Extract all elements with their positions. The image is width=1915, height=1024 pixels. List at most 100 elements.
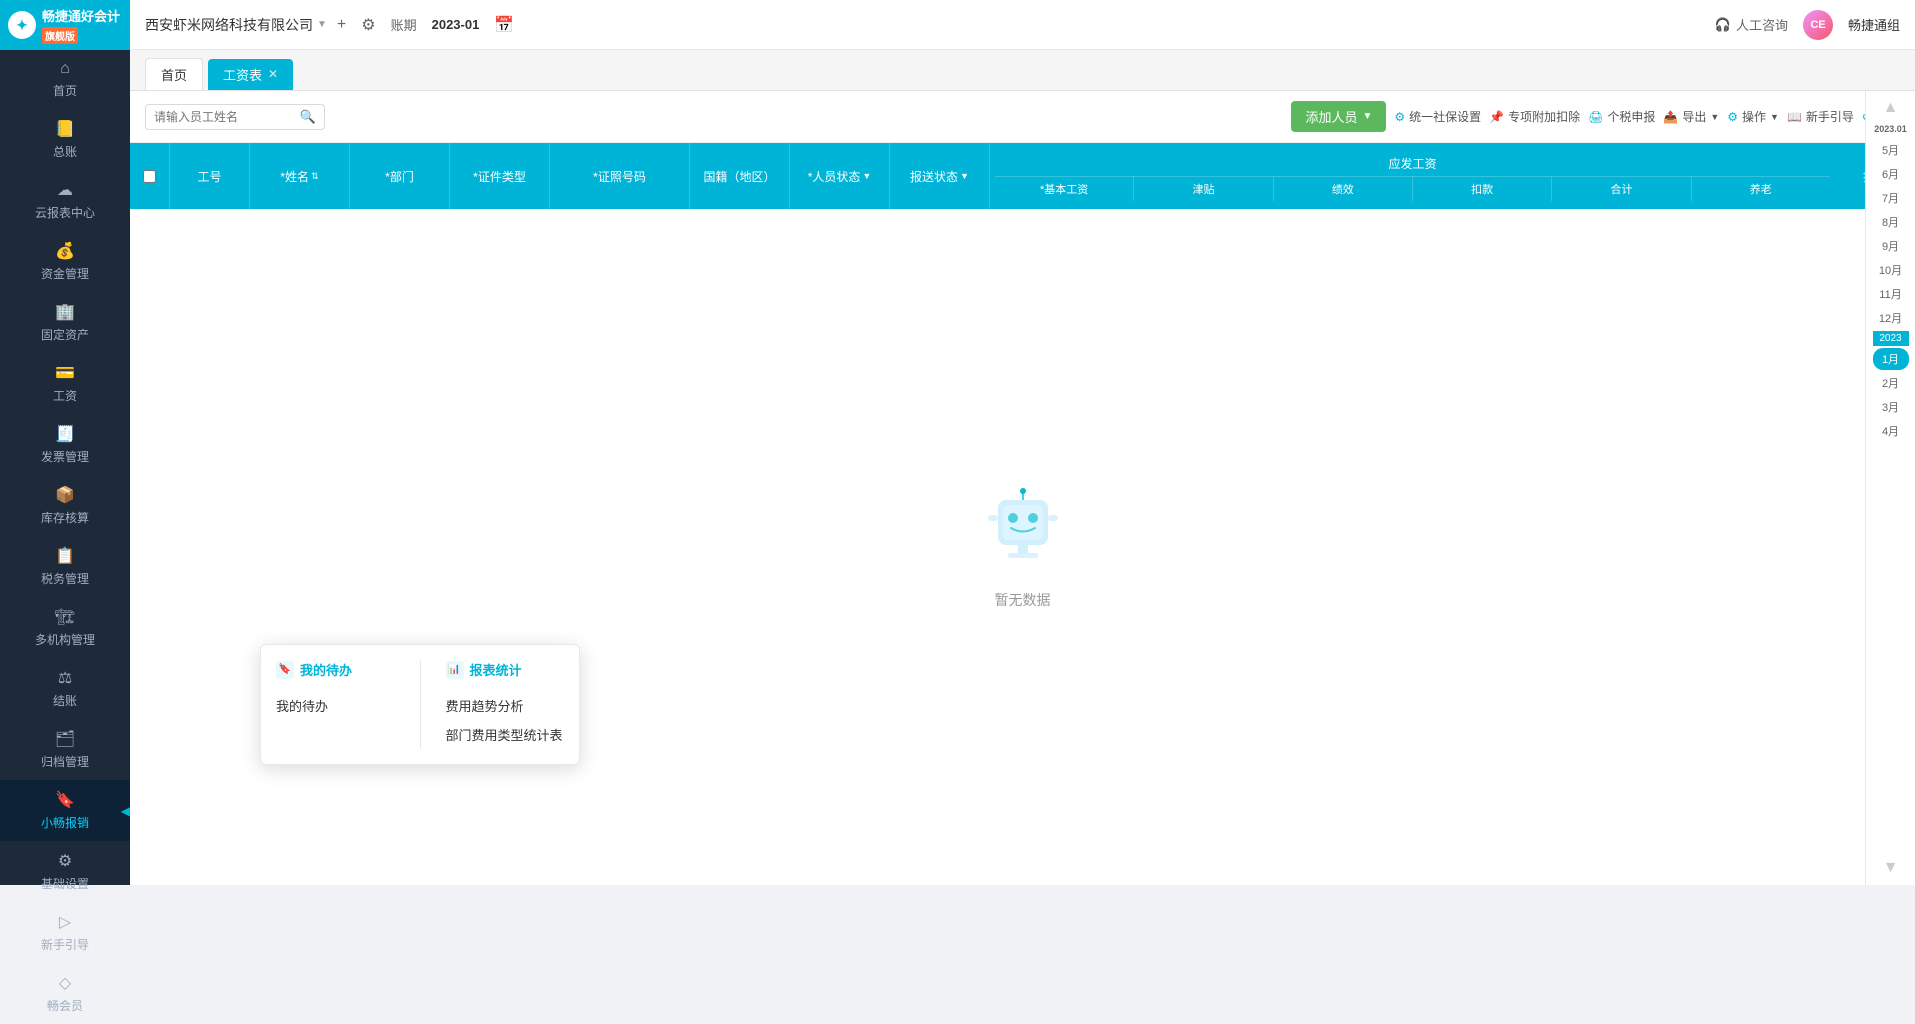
ops-action[interactable]: ⚙ 操作 ▼ <box>1727 108 1779 125</box>
logo-title: 畅捷通好会计 <box>42 6 120 25</box>
right-panel-inner: 2023.01 5月 6月 7月 8月 9月 10月 11月 12月 2023 … <box>1873 121 1909 855</box>
tab-salary[interactable]: 工资表 ✕ <box>208 59 293 90</box>
guide-icon: ▷ <box>59 912 71 932</box>
month-6[interactable]: 6月 <box>1873 163 1909 185</box>
todo-col-icon: 🔖 <box>276 661 294 679</box>
add-person-button[interactable]: 添加人员 ▼ <box>1291 101 1386 132</box>
th-salary-group: 应发工资 *基本工资 津贴 绩效 扣款 合计 <box>990 143 1835 209</box>
empty-illustration <box>973 485 1073 575</box>
sidebar-item-home[interactable]: ⌂ 首页 <box>0 50 130 109</box>
dropdown-item-expense-trend[interactable]: 费用趋势分析 <box>446 691 565 720</box>
sidebar-item-inventory[interactable]: 📦 库存核算 <box>0 475 130 536</box>
month-7[interactable]: 7月 <box>1873 187 1909 209</box>
ops-chevron-icon: ▼ <box>1770 112 1779 122</box>
report-status-filter-icon: ▼ <box>960 171 969 181</box>
sidebar-item-settings[interactable]: ⚙ 基础设置 <box>0 841 130 902</box>
th-checkbox[interactable] <box>130 143 170 209</box>
sidebar-item-xiaochang[interactable]: 🔖 小畅报销 ◀ <box>0 780 130 841</box>
guide-action[interactable]: 📖 新手引导 <box>1787 108 1854 125</box>
dropdown-item-dept-expense[interactable]: 部门费用类型统计表 <box>446 720 565 749</box>
tax-deduct-action[interactable]: 📌 专项附加扣除 <box>1489 108 1580 125</box>
dropdown-col-reports-header: 📊 报表统计 <box>446 660 565 679</box>
th-cert-type: *证件类型 <box>450 143 550 209</box>
search-input[interactable] <box>154 110 295 124</box>
service-button[interactable]: 🎧 人工咨询 <box>1715 15 1788 34</box>
empty-state: 暂无数据 <box>130 209 1915 885</box>
topbar-actions: + ⚙ 账期 2023-01 📅 <box>337 15 514 35</box>
sidebar-item-archive[interactable]: 🗂 归档管理 <box>0 719 130 780</box>
th-person-status[interactable]: *人员状态 ▼ <box>790 143 890 209</box>
sidebar-item-assets[interactable]: 🏢 固定资产 <box>0 292 130 353</box>
xiaochang-icon: 🔖 <box>55 790 75 810</box>
export-chevron-icon: ▼ <box>1710 112 1719 122</box>
sidebar-item-label: 库存核算 <box>41 509 89 526</box>
tab-home[interactable]: 首页 <box>145 58 203 90</box>
member-icon: ◇ <box>59 973 71 993</box>
archive-icon: 🗂 <box>55 729 75 749</box>
export-action[interactable]: 📤 导出 ▼ <box>1663 108 1719 125</box>
sidebar-item-label: 资金管理 <box>41 265 89 282</box>
dropdown-item-my-todo[interactable]: 我的待办 <box>276 691 395 720</box>
search-icon: 🔍 <box>300 109 316 125</box>
tab-close-icon[interactable]: ✕ <box>268 67 278 81</box>
th-report-status[interactable]: 报送状态 ▼ <box>890 143 990 209</box>
sidebar-item-tax[interactable]: 📋 税务管理 <box>0 536 130 597</box>
month-11[interactable]: 11月 <box>1873 283 1909 305</box>
sidebar-item-member[interactable]: ◇ 畅会员 <box>0 963 130 1024</box>
sidebar-item-label: 固定资产 <box>41 326 89 343</box>
panel-down-arrow[interactable]: ▼ <box>1883 859 1899 877</box>
calendar-icon[interactable]: 📅 <box>494 15 514 35</box>
invoice-icon: 🧾 <box>55 424 75 444</box>
month-3[interactable]: 3月 <box>1873 396 1909 418</box>
sidebar-item-salary[interactable]: 💳 工资 <box>0 353 130 414</box>
month-10[interactable]: 10月 <box>1873 259 1909 281</box>
month-1-active[interactable]: 1月 <box>1873 348 1909 370</box>
dropdown-col-reports: 📊 报表统计 费用趋势分析 部门费用类型统计表 <box>446 660 565 749</box>
main-area: 西安虾米网络科技有限公司 ▼ + ⚙ 账期 2023-01 📅 🎧 人工咨询 C… <box>130 0 1915 885</box>
month-5[interactable]: 5月 <box>1873 139 1909 161</box>
sidebar-item-invoice[interactable]: 🧾 发票管理 <box>0 414 130 475</box>
sidebar: ✦ 畅捷通好会计 旗舰版 ⌂ 首页 📒 总账 ☁ 云报表中心 💰 资金管理 🏢 … <box>0 0 130 885</box>
month-12[interactable]: 12月 <box>1873 307 1909 329</box>
add-company-icon[interactable]: + <box>337 16 346 34</box>
inventory-icon: 📦 <box>55 485 75 505</box>
social-settings-action[interactable]: ⚙ 统一社保设置 <box>1394 108 1481 125</box>
dropdown-cols: 🔖 我的待办 我的待办 📊 报表统计 <box>276 660 564 749</box>
sidebar-item-settle[interactable]: ⚖ 结账 <box>0 658 130 719</box>
th-country: 国籍（地区） <box>690 143 790 209</box>
personal-tax-icon: 🖨 <box>1588 110 1603 124</box>
social-icon: ⚙ <box>1394 110 1405 124</box>
th-allowance: 津贴 <box>1134 177 1273 201</box>
sidebar-item-cloud[interactable]: ☁ 云报表中心 <box>0 170 130 231</box>
multi-icon: 🏗 <box>55 607 75 627</box>
sidebar-item-label: 工资 <box>53 387 77 404</box>
month-4[interactable]: 4月 <box>1873 420 1909 442</box>
company-name[interactable]: 西安虾米网络科技有限公司 ▼ <box>145 15 327 35</box>
dropdown-overlay: 🔖 我的待办 我的待办 📊 报表统计 <box>260 644 580 765</box>
logo-text-wrap: 畅捷通好会计 旗舰版 <box>42 6 120 44</box>
add-person-label: 添加人员 <box>1305 107 1357 126</box>
sidebar-item-ledger[interactable]: 📒 总账 <box>0 109 130 170</box>
settings-gear-icon[interactable]: ⚙ <box>361 15 375 35</box>
sidebar-item-label: 总账 <box>53 143 77 160</box>
month-item: 2023.01 <box>1873 121 1909 137</box>
month-8[interactable]: 8月 <box>1873 211 1909 233</box>
month-9[interactable]: 9月 <box>1873 235 1909 257</box>
sidebar-item-finance[interactable]: 💰 资金管理 <box>0 231 130 292</box>
personal-tax-action[interactable]: 🖨 个税申报 <box>1588 108 1655 125</box>
panel-up-arrow[interactable]: ▲ <box>1883 99 1899 117</box>
guide-action-icon: 📖 <box>1787 110 1802 124</box>
topbar: 西安虾米网络科技有限公司 ▼ + ⚙ 账期 2023-01 📅 🎧 人工咨询 C… <box>130 0 1915 50</box>
sidebar-item-label: 结账 <box>53 692 77 709</box>
month-2[interactable]: 2月 <box>1873 372 1909 394</box>
select-all-checkbox[interactable] <box>143 170 156 183</box>
user-name: 畅捷通组 <box>1848 15 1900 34</box>
topbar-right: 🎧 人工咨询 CE 畅捷通组 <box>1715 10 1900 40</box>
th-name[interactable]: *姓名 ⇅ <box>250 143 350 209</box>
avatar[interactable]: CE <box>1803 10 1833 40</box>
sidebar-item-label: 发票管理 <box>41 448 89 465</box>
sidebar-item-multi[interactable]: 🏗 多机构管理 <box>0 597 130 658</box>
sidebar-item-label: 首页 <box>53 82 77 99</box>
toolbar: 🔍 添加人员 ▼ ⚙ 统一社保设置 📌 专项附加扣除 🖨 个税申报 <box>130 91 1915 143</box>
sidebar-item-guide[interactable]: ▷ 新手引导 <box>0 902 130 963</box>
